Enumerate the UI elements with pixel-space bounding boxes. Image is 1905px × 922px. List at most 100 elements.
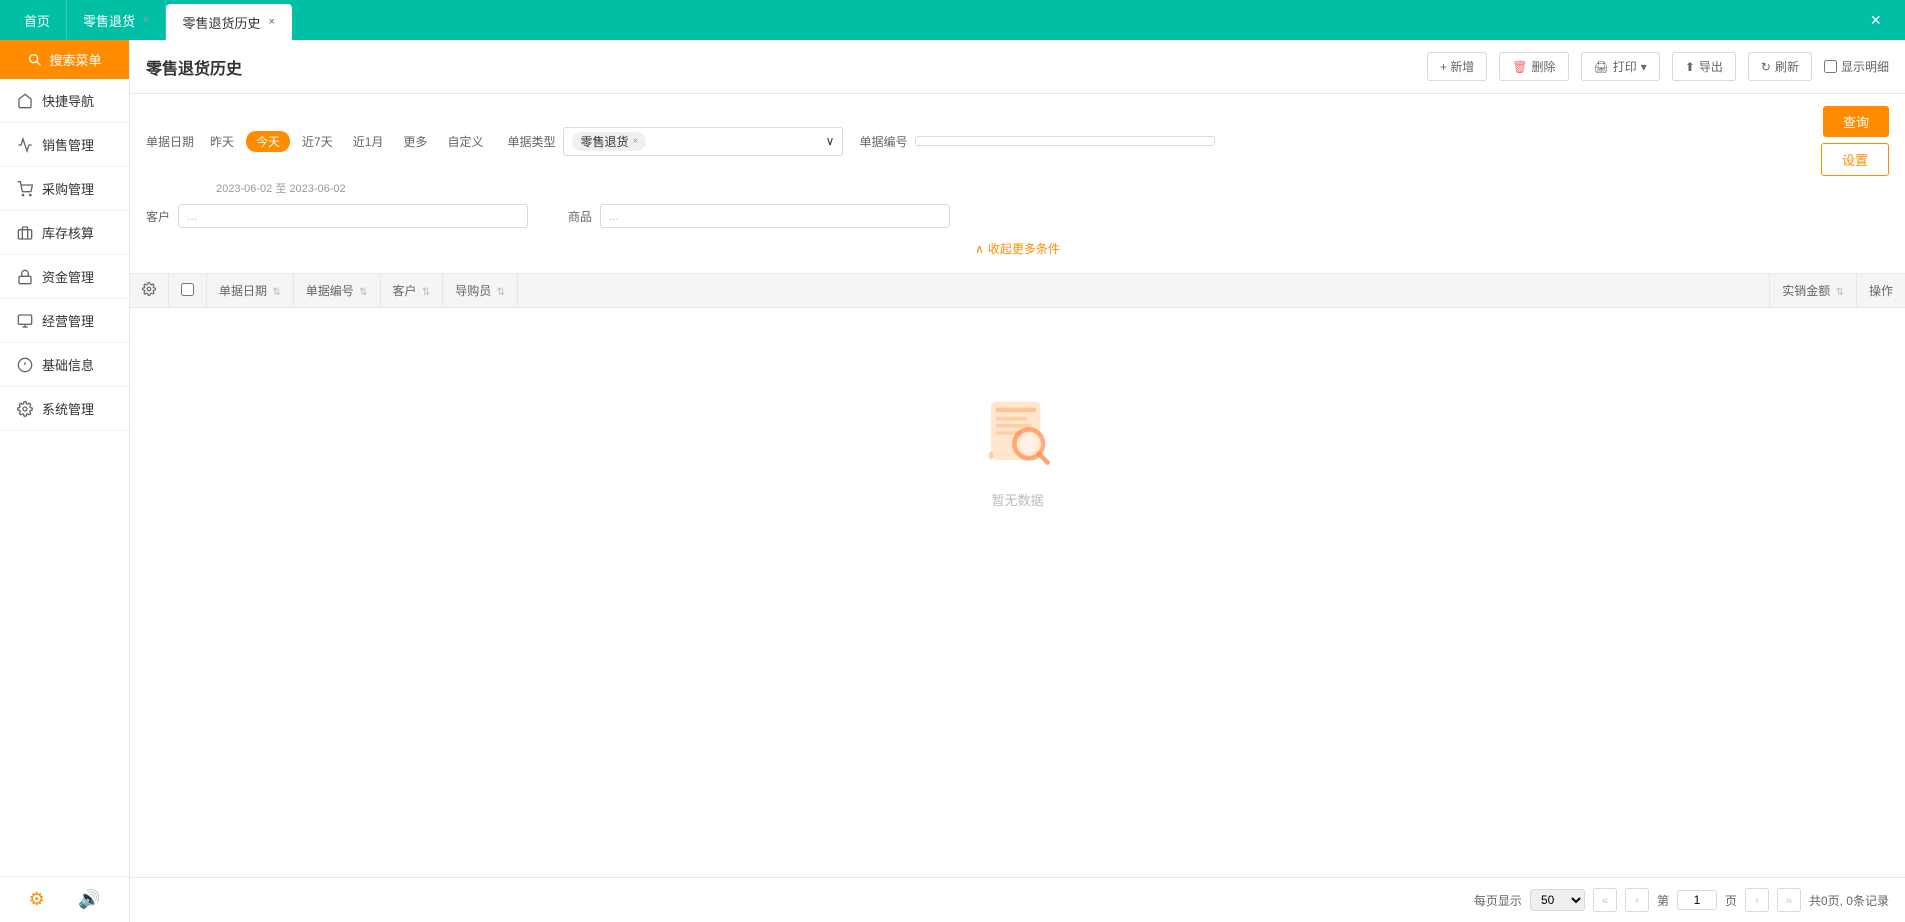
- col-customer[interactable]: 客户 ⇅: [380, 274, 443, 308]
- export-button[interactable]: ⬆ 导出: [1672, 52, 1736, 81]
- quick-nav-icon: [16, 92, 34, 110]
- date-btn-custom[interactable]: 自定义: [439, 131, 491, 152]
- search-icon: [27, 52, 43, 68]
- operations-icon: [16, 312, 34, 330]
- date-btn-yesterday[interactable]: 昨天: [202, 131, 242, 152]
- delete-icon: 🗑: [1512, 60, 1527, 74]
- window-close-button[interactable]: ×: [1862, 6, 1889, 35]
- date-btn-7days[interactable]: 近7天: [294, 131, 341, 152]
- filter-area: 单据日期 昨天 今天 近7天 近1月 更多 自定义 单据类型: [130, 94, 1905, 274]
- refresh-button[interactable]: ↻ 刷新: [1748, 52, 1812, 81]
- print-button[interactable]: 🖨 打印 ▾: [1581, 52, 1660, 81]
- doc-type-tag-close[interactable]: ×: [632, 136, 638, 147]
- date-btn-today[interactable]: 今天: [246, 131, 290, 152]
- new-button[interactable]: + 新增: [1427, 52, 1487, 81]
- col-doc-no[interactable]: 单据编号 ⇅: [293, 274, 380, 308]
- pagination-summary: 共0页, 0条记录: [1809, 892, 1889, 909]
- show-detail-label: 显示明细: [1824, 58, 1889, 75]
- purchase-icon: [16, 180, 34, 198]
- top-bar-right: ×: [1862, 6, 1905, 35]
- table-settings-icon: [142, 282, 156, 296]
- tab-retail-return[interactable]: 零售退货 ×: [67, 0, 166, 40]
- delete-button[interactable]: 🗑 删除: [1499, 52, 1568, 81]
- doc-type-tag: 零售退货 ×: [572, 132, 646, 151]
- date-filter: 昨天 今天 近7天 近1月 更多 自定义: [202, 131, 491, 152]
- doc-no-input[interactable]: [915, 136, 1215, 146]
- table-body: 暂无数据: [130, 308, 1905, 590]
- page-header: 零售退货历史 + 新增 🗑 删除 🖨 打印 ▾ ⬆ 导出: [130, 40, 1905, 94]
- sidebar-item-quick-nav[interactable]: 快捷导航: [0, 79, 129, 123]
- sidebar-search[interactable]: 搜索菜单: [0, 40, 129, 79]
- show-detail-checkbox[interactable]: [1824, 60, 1837, 73]
- doc-no-filter-item: 单据编号: [859, 133, 1215, 150]
- col-spacer: [518, 274, 1770, 308]
- inventory-icon: [16, 224, 34, 242]
- empty-state: 暂无数据: [130, 308, 1905, 589]
- page-size-select[interactable]: 10 20 50 100: [1530, 889, 1585, 911]
- collapse-button[interactable]: ∧ 收起更多条件: [963, 236, 1072, 261]
- customer-placeholder: ...: [187, 209, 197, 223]
- sidebar-item-inventory[interactable]: 库存核算: [0, 211, 129, 255]
- query-button[interactable]: 查询: [1823, 106, 1889, 137]
- finance-icon: [16, 268, 34, 286]
- sidebar: 搜索菜单 快捷导航 销售管理 采购管理 库存核算: [0, 40, 130, 922]
- col-settings[interactable]: [130, 274, 169, 308]
- select-all-checkbox[interactable]: [181, 283, 194, 296]
- date-btn-more[interactable]: 更多: [395, 131, 435, 152]
- date-filter-label: 单据日期: [146, 133, 194, 150]
- col-amount[interactable]: 实销金额 ⇅: [1770, 274, 1857, 308]
- print-dropdown-icon: ▾: [1641, 60, 1647, 74]
- goods-label: 商品: [568, 208, 592, 225]
- customer-input[interactable]: ...: [178, 204, 528, 228]
- col-guide[interactable]: 导购员 ⇅: [443, 274, 518, 308]
- table-header: 单据日期 ⇅ 单据编号 ⇅ 客户 ⇅ 导购员 ⇅: [130, 274, 1905, 308]
- date-filter-item: 单据日期 昨天 今天 近7天 近1月 更多 自定义: [146, 131, 491, 152]
- next-page-button[interactable]: ›: [1745, 888, 1769, 912]
- first-page-button[interactable]: «: [1593, 888, 1617, 912]
- refresh-icon: ↻: [1761, 60, 1771, 74]
- amount-sort-icon: ⇅: [1836, 287, 1844, 298]
- doc-type-dropdown-icon: ∨: [826, 134, 835, 148]
- guide-sort-icon: ⇅: [497, 287, 505, 298]
- top-bar: 首页 零售退货 × 零售退货历史 × ×: [0, 0, 1905, 40]
- doc-type-select[interactable]: 零售退货 × ∨: [563, 127, 843, 156]
- page-title: 零售退货历史: [146, 55, 242, 91]
- doc-date-sort-icon: ⇅: [272, 287, 280, 298]
- system-icon: [16, 400, 34, 418]
- export-icon: ⬆: [1685, 60, 1695, 74]
- tab-retail-return-history[interactable]: 零售退货历史 ×: [166, 4, 291, 40]
- audio-button[interactable]: 🔊: [78, 889, 100, 910]
- goods-input[interactable]: ...: [600, 204, 950, 228]
- date-btn-1month[interactable]: 近1月: [345, 131, 392, 152]
- set-button[interactable]: 设置: [1821, 143, 1889, 176]
- print-icon: 🖨: [1594, 60, 1609, 74]
- page-go-suffix: 页: [1725, 892, 1737, 909]
- col-check[interactable]: [169, 274, 207, 308]
- sidebar-item-system-mgmt[interactable]: 系统管理: [0, 387, 129, 431]
- settings-button[interactable]: ⚙: [29, 889, 45, 910]
- filter-row-1: 单据日期 昨天 今天 近7天 近1月 更多 自定义 单据类型: [146, 106, 1889, 176]
- col-doc-date[interactable]: 单据日期 ⇅: [207, 274, 294, 308]
- pagination: 每页显示 10 20 50 100 « ‹ 第 页 › » 共0页, 0条记录: [130, 877, 1905, 922]
- goods-filter-item: 商品 ...: [568, 204, 950, 228]
- sales-icon: [16, 136, 34, 154]
- query-area: 查询 设置: [1821, 106, 1889, 176]
- sidebar-item-basic-info[interactable]: 基础信息: [0, 343, 129, 387]
- sidebar-item-purchase-mgmt[interactable]: 采购管理: [0, 167, 129, 211]
- tab-home[interactable]: 首页: [8, 0, 67, 40]
- doc-type-filter-item: 单据类型 零售退货 × ∨: [507, 127, 843, 156]
- basic-info-icon: [16, 356, 34, 374]
- last-page-button[interactable]: »: [1777, 888, 1801, 912]
- sidebar-item-sales-mgmt[interactable]: 销售管理: [0, 123, 129, 167]
- page-go-label: 第: [1657, 892, 1669, 909]
- empty-illustration: [973, 388, 1063, 478]
- page-number-input[interactable]: [1677, 890, 1717, 910]
- tab-retail-return-history-close[interactable]: ×: [268, 16, 274, 28]
- date-range-display: 2023-06-02 至 2023-06-02: [216, 180, 1889, 196]
- tab-retail-return-close[interactable]: ×: [143, 14, 149, 26]
- prev-page-button[interactable]: ‹: [1625, 888, 1649, 912]
- doc-no-label: 单据编号: [859, 133, 907, 150]
- goods-placeholder: ...: [609, 209, 619, 223]
- sidebar-item-finance[interactable]: 资金管理: [0, 255, 129, 299]
- sidebar-item-operations[interactable]: 经营管理: [0, 299, 129, 343]
